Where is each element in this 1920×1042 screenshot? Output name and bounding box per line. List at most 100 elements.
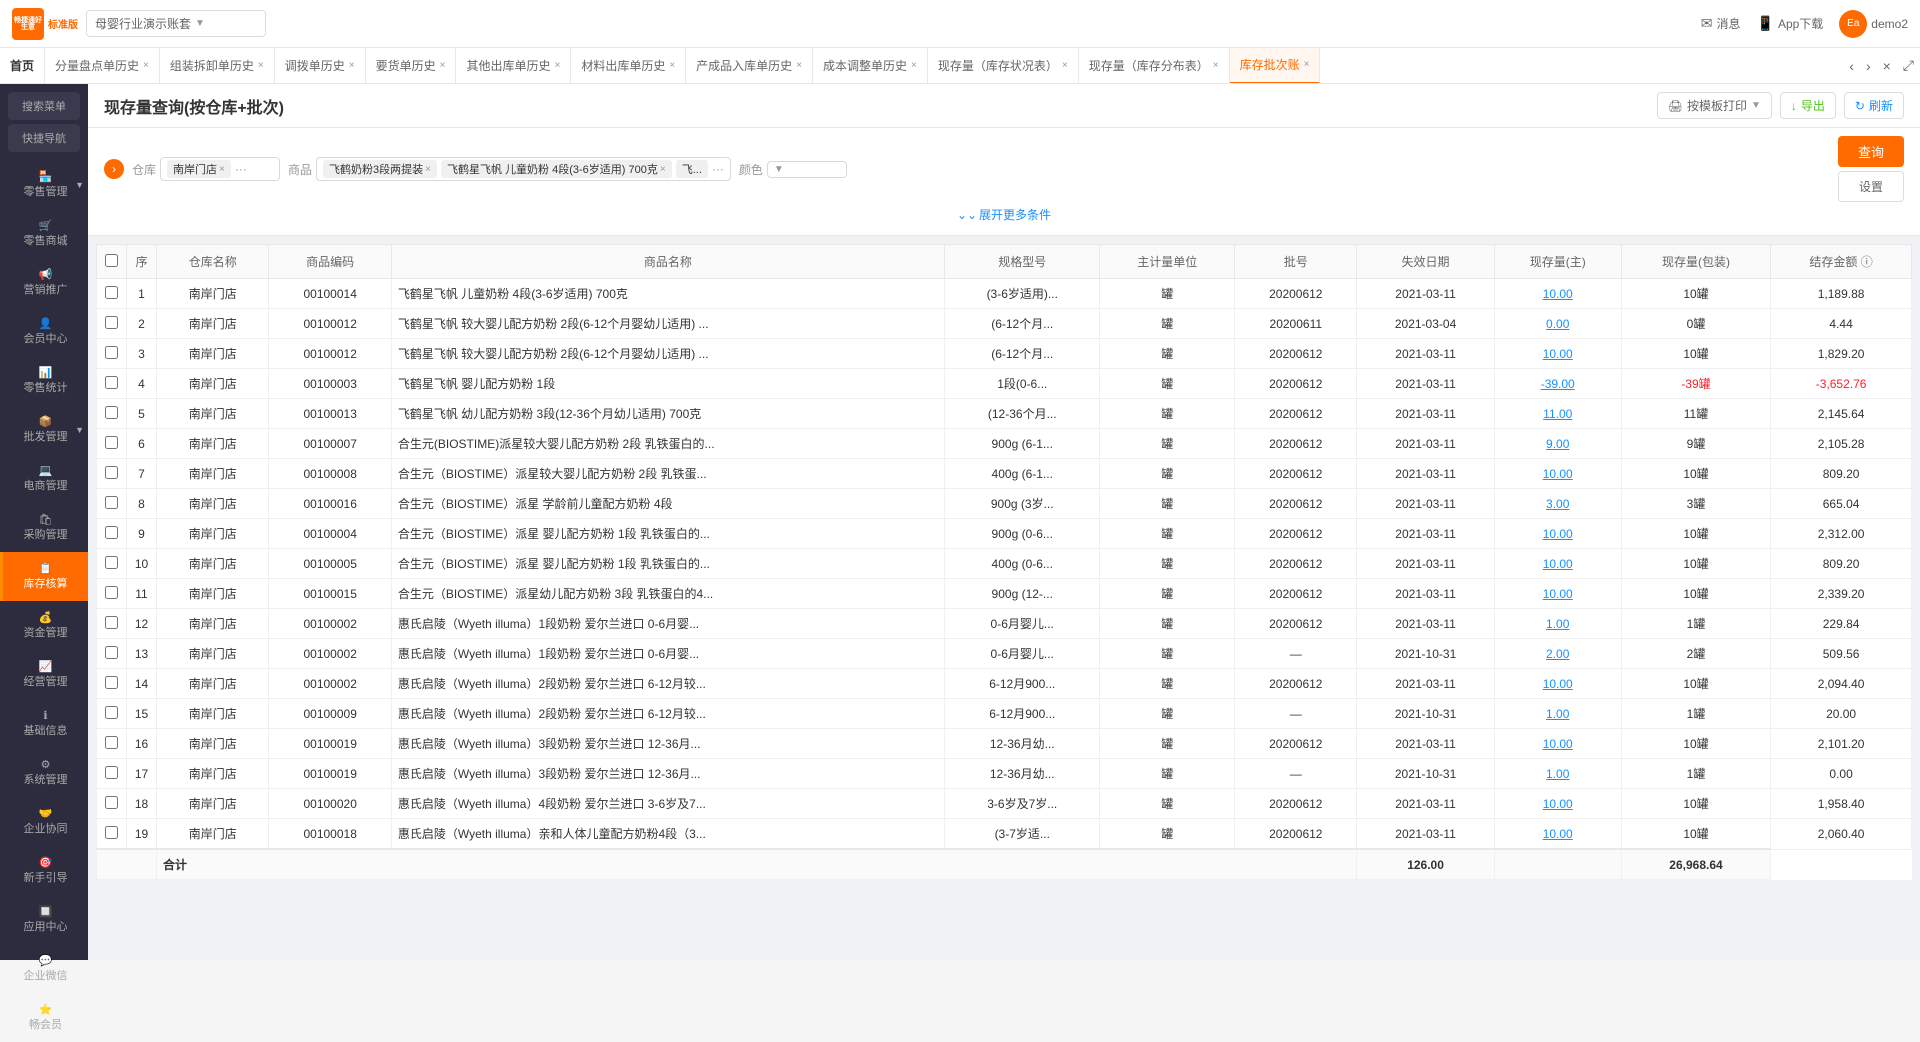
color-filter-box[interactable]: ▼ xyxy=(767,161,847,178)
filter-expand-toggle[interactable]: › xyxy=(104,159,124,179)
tab-close-all-button[interactable]: × xyxy=(1877,54,1897,78)
row-qty-main[interactable]: 10.00 xyxy=(1494,459,1621,489)
tab-close-icon[interactable]: × xyxy=(669,60,675,71)
row-checkbox[interactable] xyxy=(105,826,118,839)
row-check[interactable] xyxy=(97,819,127,850)
tab-kucunpicizh[interactable]: 库存批次账 × xyxy=(1230,48,1321,84)
sidebar-item-member-center[interactable]: 👤 会员中心 xyxy=(0,307,88,356)
tab-close-icon[interactable]: × xyxy=(796,60,802,71)
row-qty-main[interactable]: 10.00 xyxy=(1494,729,1621,759)
goods-filter-box[interactable]: 飞鹤奶粉3段两提装 × 飞鹤星飞帆 儿童奶粉 4段(3-6岁适用) 700克 ×… xyxy=(316,157,731,181)
row-check[interactable] xyxy=(97,729,127,759)
row-qty-main[interactable]: 0.00 xyxy=(1494,309,1621,339)
sidebar-item-inventory[interactable]: 📋 库存核算 xyxy=(0,552,88,601)
row-checkbox[interactable] xyxy=(105,556,118,569)
user-menu[interactable]: Ea demo2 xyxy=(1839,10,1908,38)
row-checkbox[interactable] xyxy=(105,316,118,329)
sidebar-item-wholesale[interactable]: 📦 批发管理 ▼ xyxy=(0,405,88,454)
message-button[interactable]: ✉ 消息 xyxy=(1701,15,1741,32)
app-download-button[interactable]: 📱 App下载 xyxy=(1757,15,1824,32)
tab-close-icon[interactable]: × xyxy=(258,60,264,71)
tab-chanchengrukulis[interactable]: 产成品入库单历史 × xyxy=(686,48,813,84)
search-menu-button[interactable]: 搜索菜单 xyxy=(8,92,80,120)
row-qty-main[interactable]: 10.00 xyxy=(1494,519,1621,549)
row-checkbox[interactable] xyxy=(105,526,118,539)
row-checkbox[interactable] xyxy=(105,616,118,629)
tab-close-icon[interactable]: × xyxy=(143,60,149,71)
tab-chengbentiaozheng[interactable]: 成本调整单历史 × xyxy=(813,48,928,84)
tab-zuzhuangchaijian[interactable]: 组装拆卸单历史 × xyxy=(160,48,275,84)
template-print-button[interactable]: 🖨 按模板打印 ▼ xyxy=(1657,92,1772,119)
search-button[interactable]: 查询 xyxy=(1838,136,1904,167)
row-check[interactable] xyxy=(97,639,127,669)
row-check[interactable] xyxy=(97,459,127,489)
tab-diaobodanhis[interactable]: 调拨单历史 × xyxy=(275,48,366,84)
row-checkbox[interactable] xyxy=(105,646,118,659)
row-checkbox[interactable] xyxy=(105,466,118,479)
row-check[interactable] xyxy=(97,309,127,339)
row-checkbox[interactable] xyxy=(105,766,118,779)
row-check[interactable] xyxy=(97,609,127,639)
tab-yaohuodan[interactable]: 要货单历史 × xyxy=(366,48,457,84)
row-checkbox[interactable] xyxy=(105,376,118,389)
row-check[interactable] xyxy=(97,759,127,789)
row-qty-main[interactable]: 9.00 xyxy=(1494,429,1621,459)
row-check[interactable] xyxy=(97,789,127,819)
tab-close-icon[interactable]: × xyxy=(911,60,917,71)
sidebar-item-system[interactable]: ⚙ 系统管理 xyxy=(0,748,88,797)
row-qty-main[interactable]: 11.00 xyxy=(1494,399,1621,429)
row-checkbox[interactable] xyxy=(105,496,118,509)
tab-close-icon[interactable]: × xyxy=(1062,60,1068,71)
tab-kucunfenbu[interactable]: 现存量（库存分布表） × xyxy=(1079,48,1230,84)
row-qty-main[interactable]: 10.00 xyxy=(1494,579,1621,609)
warehouse-filter-box[interactable]: 南岸门店 × ··· xyxy=(160,157,280,181)
export-button[interactable]: ↓ 导出 xyxy=(1780,92,1836,119)
row-qty-main[interactable]: 2.00 xyxy=(1494,639,1621,669)
row-qty-main[interactable]: 10.00 xyxy=(1494,819,1621,850)
sidebar-item-changhui[interactable]: ⭐ 畅会员 xyxy=(0,993,88,1042)
tab-close-icon[interactable]: × xyxy=(349,60,355,71)
row-checkbox[interactable] xyxy=(105,286,118,299)
warehouse-filter-ellipsis[interactable]: ··· xyxy=(235,162,247,176)
row-qty-main[interactable]: 1.00 xyxy=(1494,759,1621,789)
select-all-checkbox[interactable] xyxy=(105,254,118,267)
tab-prev-button[interactable]: ‹ xyxy=(1843,54,1860,78)
row-check[interactable] xyxy=(97,519,127,549)
row-qty-main[interactable]: 10.00 xyxy=(1494,669,1621,699)
row-check[interactable] xyxy=(97,399,127,429)
row-qty-main[interactable]: 1.00 xyxy=(1494,609,1621,639)
row-check[interactable] xyxy=(97,489,127,519)
company-selector[interactable]: 母婴行业演示账套 ▼ xyxy=(86,10,266,37)
sidebar-item-retail-mall[interactable]: 🛒 零售商城 xyxy=(0,209,88,258)
sidebar-item-purchase[interactable]: 🛍 采购管理 xyxy=(0,503,88,552)
row-checkbox[interactable] xyxy=(105,406,118,419)
setting-button[interactable]: 设置 xyxy=(1838,171,1904,202)
tab-fenliangpandian[interactable]: 分量盘点单历史 × xyxy=(45,48,160,84)
row-check[interactable] xyxy=(97,699,127,729)
quick-nav-button[interactable]: 快捷导航 xyxy=(8,124,80,152)
row-qty-main[interactable]: 10.00 xyxy=(1494,789,1621,819)
tab-cailiaochuku[interactable]: 材料出库单历史 × xyxy=(571,48,686,84)
tab-maximize-button[interactable]: ⤢ xyxy=(1897,53,1920,78)
row-qty-main[interactable]: 10.00 xyxy=(1494,279,1621,309)
tab-close-icon[interactable]: × xyxy=(1304,59,1310,70)
row-check[interactable] xyxy=(97,429,127,459)
sidebar-item-retail-stats[interactable]: 📊 零售统计 xyxy=(0,356,88,405)
row-qty-main[interactable]: 3.00 xyxy=(1494,489,1621,519)
refresh-button[interactable]: ↻ 刷新 xyxy=(1844,92,1904,119)
row-checkbox[interactable] xyxy=(105,706,118,719)
row-qty-main[interactable]: 10.00 xyxy=(1494,339,1621,369)
sidebar-item-basic-info[interactable]: ℹ 基础信息 xyxy=(0,699,88,748)
tab-close-icon[interactable]: × xyxy=(554,60,560,71)
tab-close-icon[interactable]: × xyxy=(440,60,446,71)
sidebar-item-guide[interactable]: 🎯 新手引导 xyxy=(0,846,88,895)
row-checkbox[interactable] xyxy=(105,436,118,449)
sidebar-item-ecommerce[interactable]: 💻 电商管理 xyxy=(0,454,88,503)
sidebar-item-operations[interactable]: 📈 经营管理 xyxy=(0,650,88,699)
tab-home[interactable]: 首页 xyxy=(0,48,45,84)
expand-more-button[interactable]: ⌄⌄ 展开更多条件 xyxy=(957,206,1051,223)
sidebar-item-enterprise[interactable]: 🤝 企业协同 xyxy=(0,797,88,846)
row-check[interactable] xyxy=(97,369,127,399)
row-check[interactable] xyxy=(97,279,127,309)
sidebar-item-marketing[interactable]: 📢 营销推广 xyxy=(0,258,88,307)
